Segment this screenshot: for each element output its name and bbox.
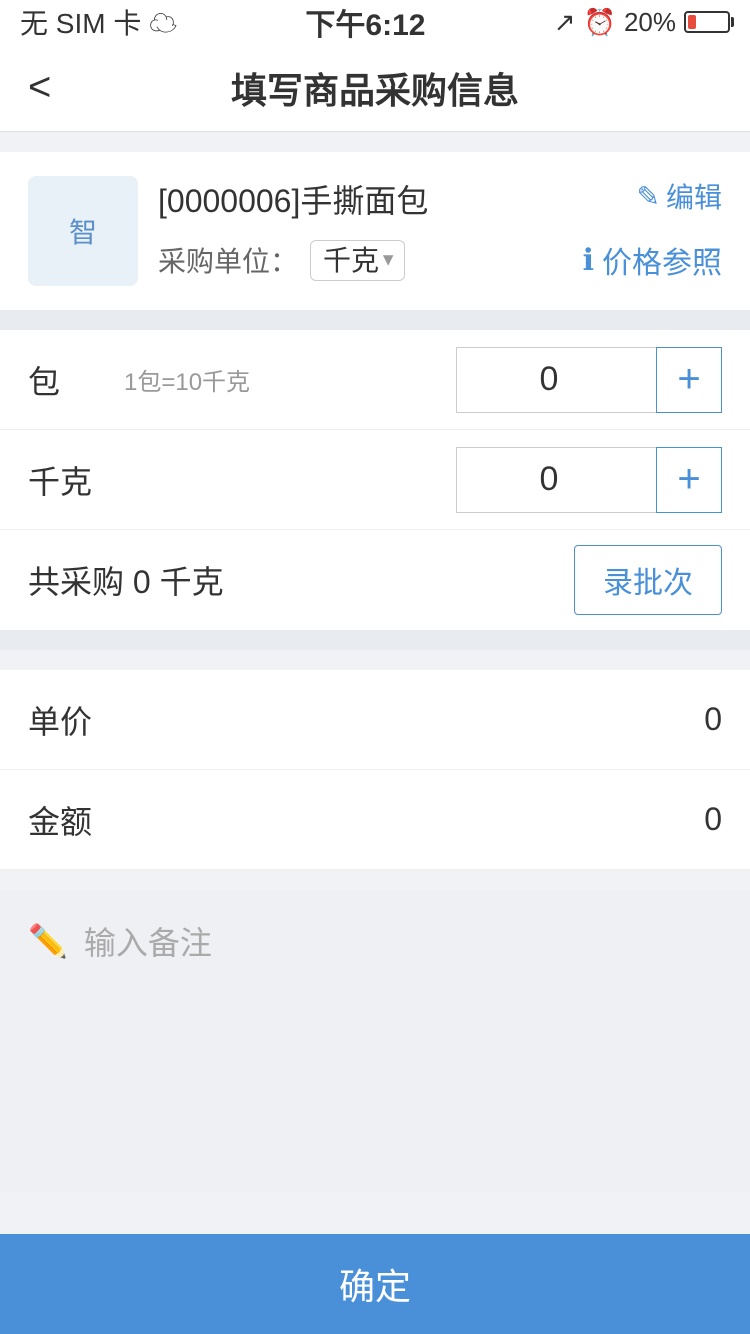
alarm-icon: ⏰ [584,7,616,38]
price-ref-button[interactable]: ℹ 价格参照 [583,238,722,282]
batch-button[interactable]: 录批次 [574,545,722,615]
kg-plus-button[interactable]: + [656,447,722,513]
unit-price-row: 单价 0 [0,670,750,770]
battery-percent: 20% [624,7,676,38]
kg-input-row: 千克 + [0,430,750,530]
product-card: 智 [0000006]手撕面包 采购单位： 千克 ℹ 价格参照 ✎ 编辑 [0,152,750,310]
bag-input[interactable] [456,347,656,413]
no-sim-label: 无 SIM 卡 ☁ [20,2,177,42]
product-unit-row: 采购单位： 千克 ℹ 价格参照 [158,238,722,282]
amount-label: 金额 [28,797,704,843]
confirm-label: 确定 [339,1258,411,1310]
price-ref-icon: ℹ [583,243,594,278]
bag-sublabel: 1包=10千克 [124,362,440,397]
unit-label: 采购单位： [158,240,298,280]
kg-input[interactable] [456,447,656,513]
amount-value: 0 [704,801,722,838]
status-bar: 无 SIM 卡 ☁ 下午6:12 ↗ ⏰ 20% [0,0,750,44]
total-text: 共采购 0 千克 [28,557,558,603]
total-row: 共采购 0 千克 录批次 [0,530,750,630]
bag-input-row: 包 1包=10千克 + [0,330,750,430]
page-title: 填写商品采购信息 [231,62,519,114]
bag-plus-button[interactable]: + [656,347,722,413]
battery-icon [684,11,730,33]
unit-price-label: 单价 [28,697,704,743]
section-divider-2 [0,630,750,650]
content-space [0,992,750,1192]
section-divider-1 [0,310,750,330]
status-right: ↗ ⏰ 20% [554,7,730,38]
location-icon: ↗ [554,7,576,38]
status-left: 无 SIM 卡 ☁ [20,2,177,42]
remark-icon: ✏️ [28,922,68,960]
edit-icon: ✎ [637,180,660,213]
remark-section[interactable]: ✏️ 输入备注 [0,890,750,992]
total-prefix: 共采购 [28,564,124,600]
unit-price-value: 0 [704,701,722,738]
total-value: 0 [133,564,151,600]
edit-button[interactable]: ✎ 编辑 [637,176,722,216]
remark-placeholder: 输入备注 [84,918,212,964]
product-logo-text: 智 [69,211,97,251]
price-section: 单价 0 金额 0 [0,670,750,870]
status-time: 下午6:12 [305,0,425,44]
kg-label: 千克 [28,457,108,503]
back-button[interactable]: < [28,65,51,110]
nav-bar: < 填写商品采购信息 [0,44,750,132]
bag-label: 包 [28,357,108,403]
price-ref-label: 价格参照 [602,238,722,282]
unit-select-wrap[interactable]: 千克 [310,240,405,281]
bag-number-box: + [456,347,722,413]
confirm-button[interactable]: 确定 [0,1234,750,1334]
kg-number-box: + [456,447,722,513]
product-thumbnail: 智 [28,176,138,286]
total-unit: 千克 [160,564,224,600]
amount-row: 金额 0 [0,770,750,870]
edit-label: 编辑 [666,176,722,216]
unit-select[interactable]: 千克 [310,240,405,281]
input-section: 包 1包=10千克 + 千克 + [0,330,750,530]
